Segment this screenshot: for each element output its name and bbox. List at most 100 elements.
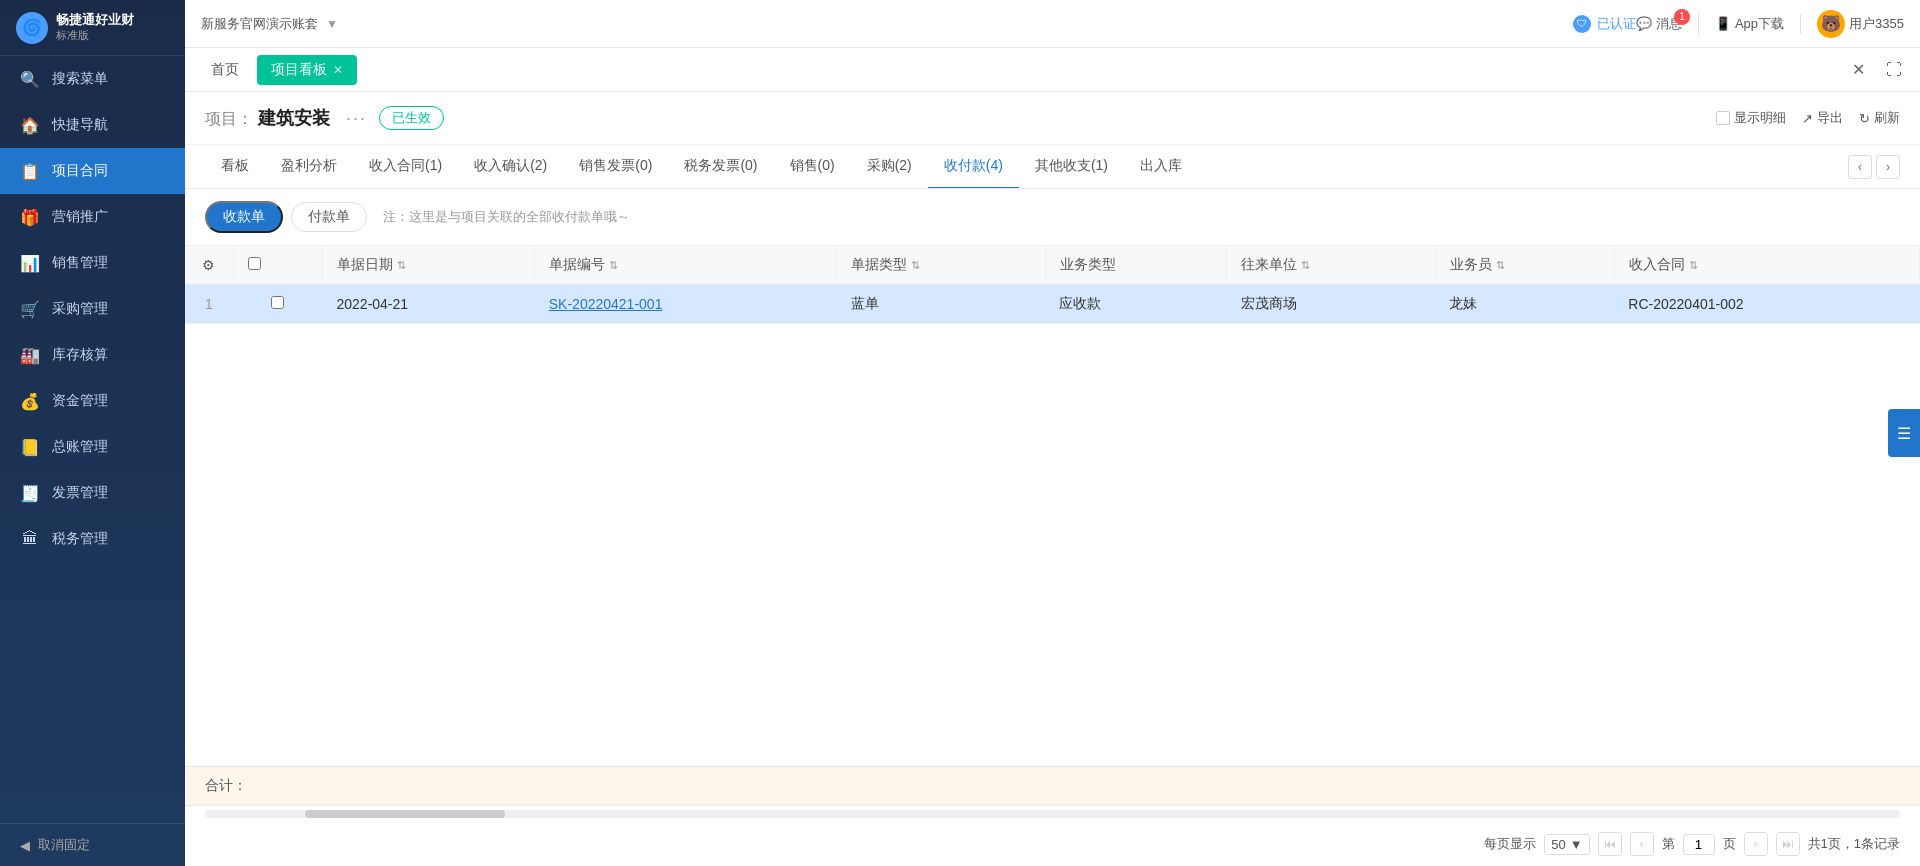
sub-nav-receipts[interactable]: 收付款(4) <box>928 145 1019 189</box>
sub-nav-other-expenses[interactable]: 其他收支(1) <box>1019 145 1124 189</box>
sidebar-label-project-contract: 项目合同 <box>52 162 108 180</box>
sidebar-item-capital[interactable]: 💰 资金管理 <box>0 378 185 424</box>
sub-nav-income-confirm[interactable]: 收入确认(2) <box>458 145 563 189</box>
home-icon: 🏠 <box>20 115 40 135</box>
sidebar-item-marketing[interactable]: 🎁 营销推广 <box>0 194 185 240</box>
sub-nav-sales-invoice[interactable]: 销售发票(0) <box>563 145 668 189</box>
account-selector[interactable]: 新服务官网演示账套 ▼ <box>201 15 338 33</box>
total-row: 合计： <box>185 767 1920 806</box>
sidebar-item-project-contract[interactable]: 📋 项目合同 <box>0 148 185 194</box>
row-partner: 宏茂商场 <box>1227 285 1436 324</box>
row-biz-type-value: 应收款 <box>1059 295 1101 311</box>
column-biz-type: 业务类型 <box>1045 246 1226 285</box>
right-float-button[interactable]: ☰ <box>1888 409 1920 457</box>
sidebar-item-invoice[interactable]: 🧾 发票管理 <box>0 470 185 516</box>
column-gear[interactable]: ⚙ <box>185 246 233 285</box>
last-page-button[interactable]: ⏭ <box>1776 832 1800 856</box>
row-type: 蓝单 <box>837 285 1046 324</box>
sidebar-item-tax[interactable]: 🏛 税务管理 <box>0 516 185 562</box>
sub-nav-sales[interactable]: 销售(0) <box>774 145 851 189</box>
message-button[interactable]: 💬 消息 1 <box>1636 15 1682 33</box>
tabbar-controls: ✕ ⛶ <box>1844 56 1908 84</box>
scrollbar-thumb[interactable] <box>305 810 505 818</box>
scrollbar-row <box>185 806 1920 822</box>
column-income-contract[interactable]: 收入合同 ⇅ <box>1614 246 1919 285</box>
user-menu[interactable]: 🐻 用户3355 <box>1817 10 1904 38</box>
sub-nav-receipts-label: 收付款(4) <box>944 157 1003 173</box>
sidebar-item-ledger[interactable]: 📒 总账管理 <box>0 424 185 470</box>
payment-tab-button[interactable]: 付款单 <box>291 202 367 232</box>
sub-nav-income-contract-label: 收入合同(1) <box>369 157 442 173</box>
sub-nav-income-contract[interactable]: 收入合同(1) <box>353 145 458 189</box>
select-all-checkbox[interactable] <box>248 257 261 270</box>
column-salesman[interactable]: 业务员 ⇅ <box>1435 246 1614 285</box>
show-detail-checkbox[interactable] <box>1716 111 1730 125</box>
app-download-button[interactable]: 📱 App下载 <box>1715 15 1784 33</box>
sub-nav-profit[interactable]: 盈利分析 <box>265 145 353 189</box>
sub-nav-prev-button[interactable]: ‹ <box>1848 155 1872 179</box>
message-badge: 1 <box>1674 9 1690 25</box>
first-page-button[interactable]: ⏮ <box>1598 832 1622 856</box>
app-name: 畅捷通好业财 <box>56 12 134 29</box>
page-size-selector[interactable]: 50 ▼ <box>1544 834 1589 855</box>
row-checkbox[interactable] <box>271 296 284 309</box>
more-options-button[interactable]: ··· <box>346 108 367 129</box>
column-checkbox[interactable] <box>233 246 322 285</box>
certified-badge: 🛡 已认证 <box>1573 15 1636 33</box>
column-date[interactable]: 单据日期 ⇅ <box>322 246 534 285</box>
row-salesman: 龙妹 <box>1435 285 1614 324</box>
page-label: 第 <box>1662 835 1675 853</box>
unpin-icon: ◀ <box>20 838 30 853</box>
sidebar-item-search[interactable]: 🔍 搜索菜单 <box>0 56 185 102</box>
column-number[interactable]: 单据编号 ⇅ <box>535 246 837 285</box>
sub-nav-tax-invoice-label: 税务发票(0) <box>684 157 757 173</box>
sidebar-item-quick-nav[interactable]: 🏠 快捷导航 <box>0 102 185 148</box>
row-income-contract: RC-20220401-002 <box>1614 285 1919 324</box>
row-number-cell[interactable]: SK-20220421-001 <box>535 285 837 324</box>
sub-nav-in-out[interactable]: 出入库 <box>1124 145 1198 189</box>
sales-icon: 📊 <box>20 253 40 273</box>
project-title-prefix: 项目： <box>205 110 253 127</box>
next-page-icon: › <box>1754 837 1758 851</box>
prev-page-button[interactable]: ‹ <box>1630 832 1654 856</box>
row-number: 1 <box>185 285 233 324</box>
project-actions: 显示明细 ↗ 导出 ↻ 刷新 <box>1716 109 1900 127</box>
marketing-icon: 🎁 <box>20 207 40 227</box>
maximize-button[interactable]: ⛶ <box>1880 56 1908 84</box>
sidebar-unpin-button[interactable]: ◀ 取消固定 <box>0 823 185 866</box>
sort-icon-6: ⇅ <box>1689 259 1698 272</box>
page-number-input[interactable] <box>1683 834 1715 855</box>
refresh-label: 刷新 <box>1874 109 1900 127</box>
sidebar-logo: 🌀 畅捷通好业财 标准版 <box>0 0 185 56</box>
receipt-tabs: 收款单 付款单 注：这里是与项目关联的全部收付款单哦～ <box>185 189 1920 246</box>
row-doc-number-link[interactable]: SK-20220421-001 <box>549 296 663 312</box>
sub-nav-board[interactable]: 看板 <box>205 145 265 189</box>
sidebar-item-sales[interactable]: 📊 销售管理 <box>0 240 185 286</box>
sub-nav-next-button[interactable]: › <box>1876 155 1900 179</box>
tab-close-icon[interactable]: ✕ <box>333 63 343 77</box>
export-button[interactable]: ↗ 导出 <box>1802 109 1843 127</box>
row-checkbox-cell[interactable] <box>233 285 322 324</box>
sub-nav-tax-invoice[interactable]: 税务发票(0) <box>668 145 773 189</box>
receipt-tab-button[interactable]: 收款单 <box>205 201 283 233</box>
app-download-label: App下载 <box>1735 15 1784 33</box>
refresh-button[interactable]: ↻ 刷新 <box>1859 109 1900 127</box>
next-page-button[interactable]: › <box>1744 832 1768 856</box>
close-button[interactable]: ✕ <box>1844 56 1872 84</box>
column-salesman-label: 业务员 <box>1450 256 1492 274</box>
show-detail-toggle[interactable]: 显示明细 <box>1716 109 1786 127</box>
column-type[interactable]: 单据类型 ⇅ <box>837 246 1046 285</box>
column-type-label: 单据类型 <box>851 256 907 274</box>
receipts-table: ⚙ 单据日期 ⇅ 单据编号 <box>185 246 1920 324</box>
column-partner-label: 往来单位 <box>1241 256 1297 274</box>
tab-project-board[interactable]: 项目看板 ✕ <box>257 55 357 85</box>
sub-nav-purchase[interactable]: 采购(2) <box>851 145 928 189</box>
sidebar-item-inventory[interactable]: 🏭 库存核算 <box>0 332 185 378</box>
horizontal-scrollbar[interactable] <box>205 810 1900 818</box>
column-partner[interactable]: 往来单位 ⇅ <box>1227 246 1436 285</box>
tab-home[interactable]: 首页 <box>197 55 253 85</box>
sidebar-nav: 🔍 搜索菜单 🏠 快捷导航 📋 项目合同 🎁 营销推广 📊 销售管理 🛒 采购管… <box>0 56 185 823</box>
sidebar-label-purchase: 采购管理 <box>52 300 108 318</box>
total-records-label: 共1页，1条记录 <box>1808 835 1900 853</box>
sidebar-item-purchase[interactable]: 🛒 采购管理 <box>0 286 185 332</box>
